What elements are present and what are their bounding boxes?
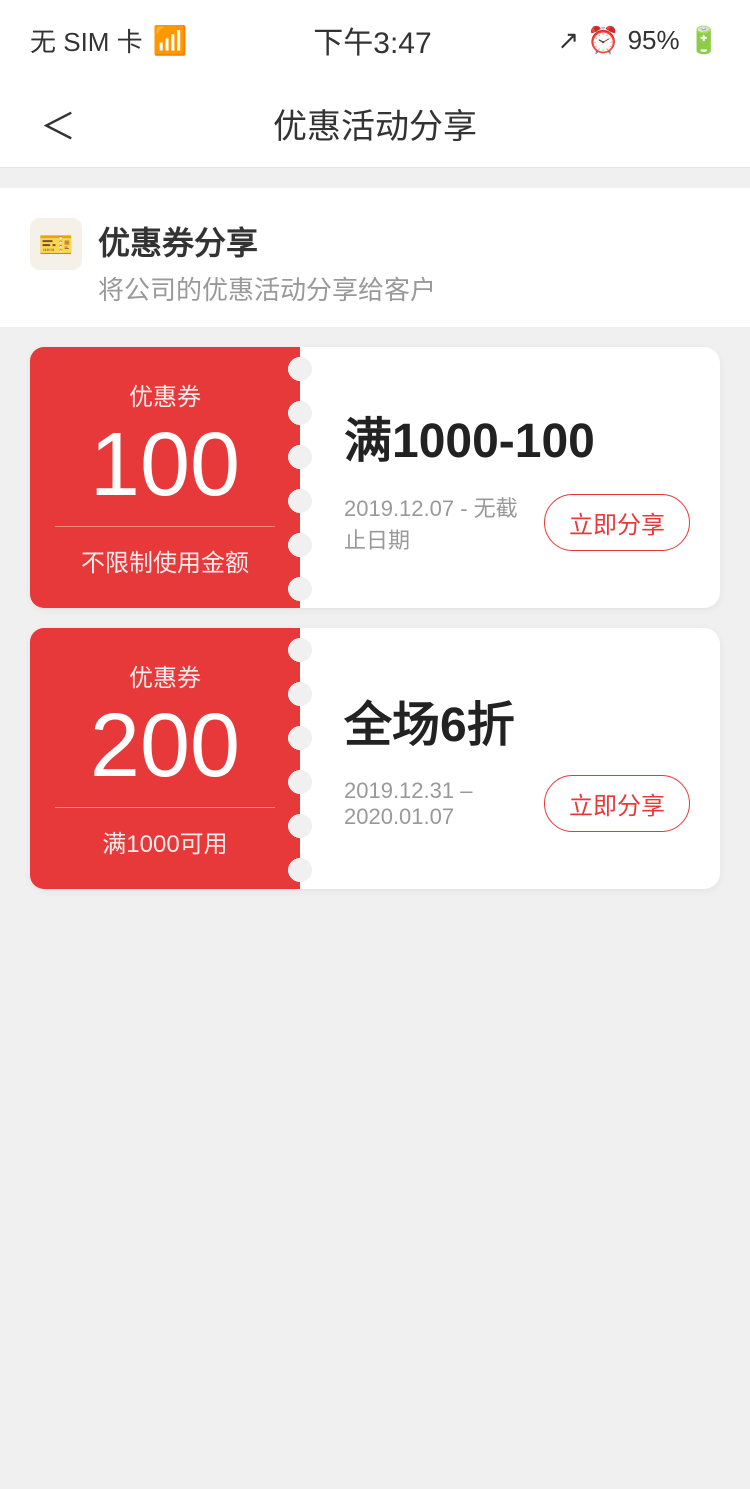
coupon-label-1: 优惠券 [129, 658, 201, 693]
coupon-right-0: 满1000-100 2019.12.07 - 无截止日期 立即分享 [300, 347, 720, 608]
coupon-divider-1 [55, 807, 275, 808]
status-left: 无 SIM 卡 📶 [30, 22, 188, 59]
coupon-date-0: 2019.12.07 - 无截止日期 [344, 491, 534, 555]
empty-area [0, 909, 750, 1489]
coupon-bottom-1: 2019.12.31 – 2020.01.07 立即分享 [344, 775, 690, 832]
coupon-label-0: 优惠券 [129, 377, 201, 412]
section-text: 优惠券分享 将公司的优惠活动分享给客户 [98, 218, 436, 307]
status-time: 下午3:47 [313, 18, 431, 62]
coupon-name-1: 全场6折 [344, 685, 690, 755]
status-right: ↗ ⏰ 95% 🔋 [557, 25, 720, 56]
coupon-left-0: 优惠券 100 不限制使用金额 [30, 347, 300, 608]
section-subtitle: 将公司的优惠活动分享给客户 [98, 270, 436, 307]
alarm-icon: ⏰ [587, 25, 619, 56]
wifi-icon: 📶 [153, 24, 188, 57]
coupon-condition-1: 满1000可用 [102, 824, 227, 859]
coupon-date-1: 2019.12.31 – 2020.01.07 [344, 778, 534, 830]
coupon-divider-0 [55, 526, 275, 527]
coupon-amount-1: 200 [90, 701, 240, 791]
page-title: 优惠活动分享 [273, 99, 477, 148]
share-button-0[interactable]: 立即分享 [544, 494, 690, 551]
coupon-bottom-0: 2019.12.07 - 无截止日期 立即分享 [344, 491, 690, 555]
coupon-section-icon: 🎫 [30, 218, 82, 270]
coupon-card: 优惠券 200 满1000可用 全场6折 2019.12.31 – 2020.0… [30, 628, 720, 889]
coupon-amount-0: 100 [90, 420, 240, 510]
coupon-left-1: 优惠券 200 满1000可用 [30, 628, 300, 889]
coupon-right-1: 全场6折 2019.12.31 – 2020.01.07 立即分享 [300, 628, 720, 889]
coupon-condition-0: 不限制使用金额 [81, 543, 249, 578]
back-button[interactable]: ＜ [30, 88, 86, 160]
coupon-icon-glyph: 🎫 [39, 228, 74, 261]
section-header: 🎫 优惠券分享 将公司的优惠活动分享给客户 [0, 188, 750, 327]
coupon-card: 优惠券 100 不限制使用金额 满1000-100 2019.12.07 - 无… [30, 347, 720, 608]
carrier-label: 无 SIM 卡 [30, 22, 143, 59]
battery-label: 95% [628, 25, 680, 56]
coupons-list: 优惠券 100 不限制使用金额 满1000-100 2019.12.07 - 无… [0, 327, 750, 909]
section-gap-top [0, 168, 750, 188]
status-bar: 无 SIM 卡 📶 下午3:47 ↗ ⏰ 95% 🔋 [0, 0, 750, 80]
battery-icon: 🔋 [688, 25, 720, 56]
share-button-1[interactable]: 立即分享 [544, 775, 690, 832]
location-icon: ↗ [557, 25, 579, 56]
section-title: 优惠券分享 [98, 218, 436, 264]
coupon-name-0: 满1000-100 [344, 401, 690, 471]
nav-bar: ＜ 优惠活动分享 [0, 80, 750, 168]
